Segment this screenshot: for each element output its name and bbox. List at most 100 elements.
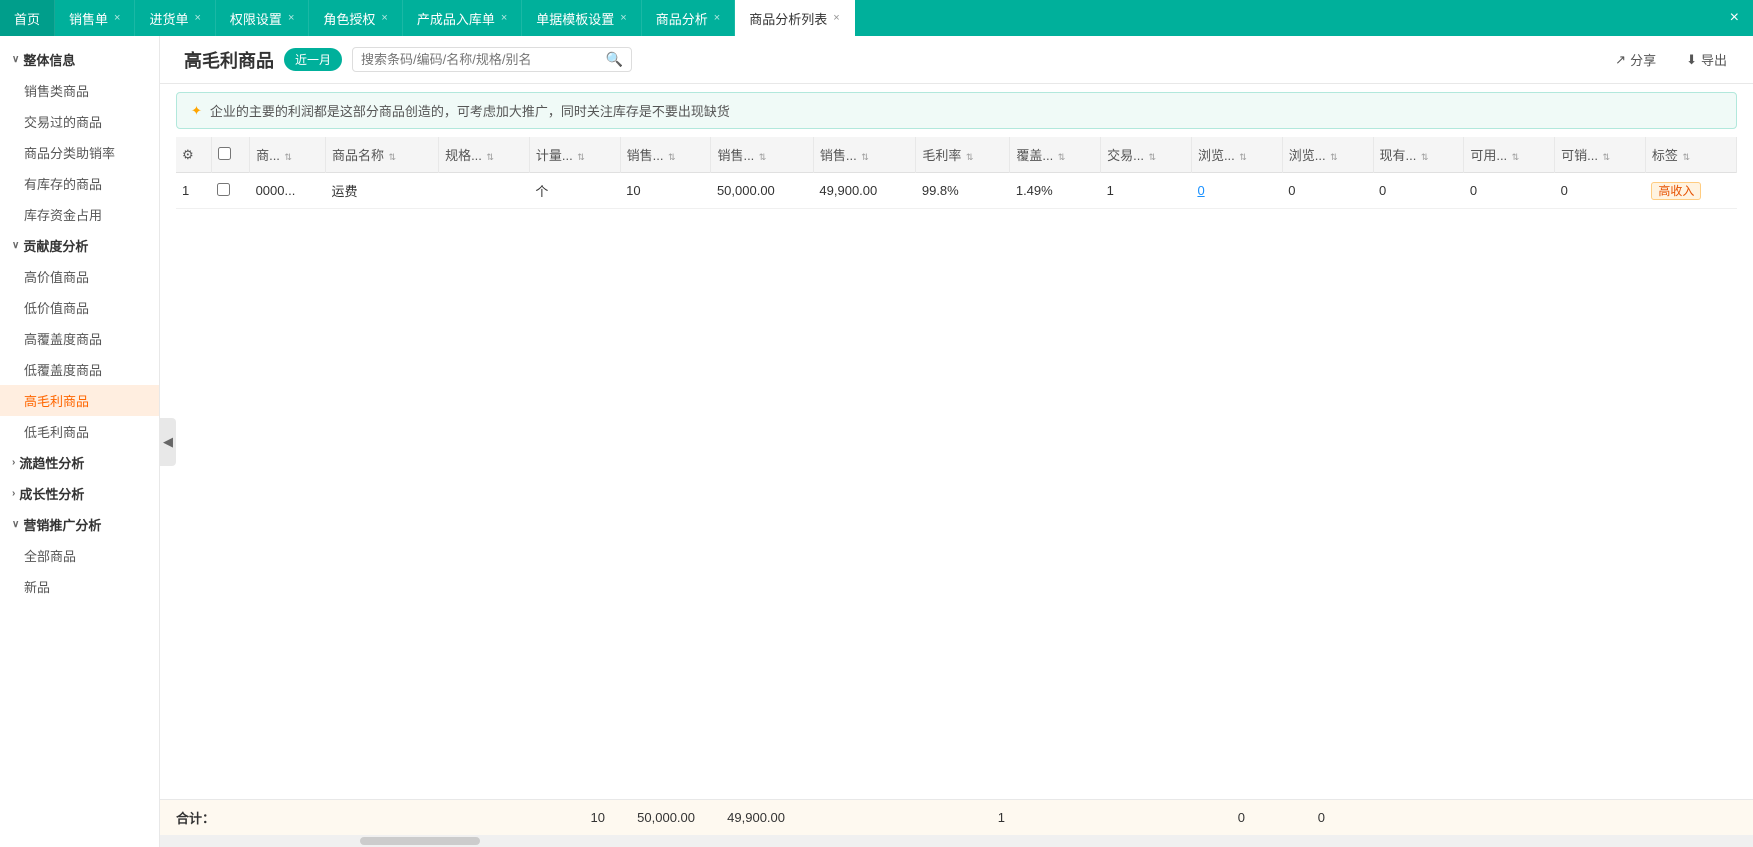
sale-qty: 10 [620, 173, 711, 209]
sort-icon: ⇅ [1146, 152, 1156, 162]
share-button[interactable]: ↗ 分享 [1605, 46, 1666, 73]
sort-icon: ⇅ [484, 152, 494, 162]
nav-close-icon[interactable]: × [501, 12, 507, 24]
sidebar-group-成长性分析[interactable]: ›成长性分析 [0, 478, 159, 509]
th-sellable[interactable]: 可销... ⇅ [1555, 137, 1646, 173]
data-table: ⚙商... ⇅商品名称 ⇅规格... ⇅计量... ⇅销售... ⇅销售... … [176, 137, 1737, 209]
th-saleQty[interactable]: 销售... ⇅ [620, 137, 711, 173]
product-code: 0000... [250, 173, 326, 209]
th-spec[interactable]: 规格... ⇅ [439, 137, 530, 173]
sidebar-item-低覆盖度商品[interactable]: 低覆盖度商品 [0, 354, 159, 385]
sidebar-group-arrow: ∨ [12, 54, 19, 65]
th-coverage[interactable]: 覆盖... ⇅ [1010, 137, 1101, 173]
nav-close-icon[interactable]: × [381, 12, 387, 24]
nav-item-首页[interactable]: 首页 [0, 0, 55, 36]
search-icon[interactable]: 🔍 [606, 51, 623, 68]
select-all-checkbox[interactable] [218, 147, 231, 160]
sort-icon: ⇅ [1237, 152, 1247, 162]
footer-cell: 0 [1251, 810, 1331, 825]
nav-close-icon[interactable]: × [114, 12, 120, 24]
info-banner: ✦ 企业的主要的利润都是这部分商品创造的，可考虑加大推广，同时关注库存是不要出现… [176, 92, 1737, 129]
footer-cell: 49,900.00 [701, 810, 791, 825]
footer-total-bar: 合计： 1050,000.0049,900.00100 [160, 799, 1753, 835]
views1-link[interactable]: 0 [1197, 183, 1204, 198]
sidebar-item-有库存的商品[interactable]: 有库存的商品 [0, 168, 159, 199]
nav-item-权限设置[interactable]: 权限设置× [216, 0, 309, 36]
sidebar-item-新品[interactable]: 新品 [0, 571, 159, 602]
nav-close-icon[interactable]: × [194, 12, 200, 24]
sidebar-item-全部商品[interactable]: 全部商品 [0, 540, 159, 571]
sidebar-item-库存资金占用[interactable]: 库存资金占用 [0, 199, 159, 230]
nav-item-角色授权[interactable]: 角色授权× [309, 0, 402, 36]
th-name[interactable]: 商品名称 ⇅ [326, 137, 439, 173]
row-select-checkbox[interactable] [217, 183, 230, 196]
th-code[interactable]: 商... ⇅ [250, 137, 326, 173]
sidebar-group-流趋性分析[interactable]: › 流趋性分析 [0, 447, 159, 478]
footer-cell [1411, 810, 1491, 825]
window-close-button[interactable]: × [1716, 0, 1753, 36]
search-input[interactable] [361, 52, 606, 67]
th-unit[interactable]: 计量... ⇅ [529, 137, 620, 173]
sidebar-group-arrow: › [12, 457, 15, 468]
th-views1[interactable]: 浏览... ⇅ [1191, 137, 1282, 173]
filter-recent-month-button[interactable]: 近一月 [284, 48, 342, 71]
content-header: 高毛利商品 近一月 🔍 ↗ 分享 ⬇ 导出 [160, 36, 1753, 84]
nav-close-icon[interactable]: × [714, 12, 720, 24]
sort-icon: ⇅ [1600, 152, 1610, 162]
nav-item-商品分析[interactable]: 商品分析× [642, 0, 735, 36]
sort-icon: ⇅ [1328, 152, 1338, 162]
sidebar-item-低价值商品[interactable]: 低价值商品 [0, 292, 159, 323]
th-grossMargin[interactable]: 毛利率 ⇅ [916, 137, 1010, 173]
sort-icon: ⇅ [1418, 152, 1428, 162]
nav-item-销售单[interactable]: 销售单× [55, 0, 135, 36]
sort-icon: ⇅ [386, 152, 396, 162]
sort-icon: ⇅ [756, 152, 766, 162]
page-title: 高毛利商品 [184, 47, 274, 73]
th-checkbox [211, 137, 249, 173]
views1: 0 [1191, 173, 1282, 209]
sort-icon: ⇅ [1680, 152, 1690, 162]
th-tag[interactable]: 标签 ⇅ [1645, 137, 1736, 173]
sort-icon: ⇅ [963, 152, 973, 162]
th-tradeCount[interactable]: 交易... ⇅ [1101, 137, 1192, 173]
table-row: 10000...运费个1050,000.0049,900.0099.8%1.49… [176, 173, 1737, 209]
th-saleAmt[interactable]: 销售... ⇅ [711, 137, 813, 173]
top-navigation: 首页销售单×进货单×权限设置×角色授权×产成品入库单×单据模板设置×商品分析×商… [0, 0, 1753, 36]
product-spec [439, 173, 530, 209]
sidebar-item-高毛利商品[interactable]: 高毛利商品 [0, 385, 159, 416]
sidebar-group-营销推广分析[interactable]: ∨营销推广分析 [0, 509, 159, 540]
footer-cell [871, 810, 951, 825]
footer-cell [791, 810, 871, 825]
nav-item-单据模板设置[interactable]: 单据模板设置× [522, 0, 641, 36]
nav-close-icon[interactable]: × [833, 12, 839, 24]
sidebar-group-label: 整体信息 [23, 50, 75, 69]
export-button[interactable]: ⬇ 导出 [1676, 46, 1737, 73]
sidebar-item-销售类商品[interactable]: 销售类商品 [0, 75, 159, 106]
th-available[interactable]: 可用... ⇅ [1464, 137, 1555, 173]
sidebar-group-整体信息[interactable]: ∨ 整体信息 [0, 44, 159, 75]
th-saleProfit[interactable]: 销售... ⇅ [813, 137, 915, 173]
nav-item-商品分析列表[interactable]: 商品分析列表× [735, 0, 854, 36]
th-current[interactable]: 现有... ⇅ [1373, 137, 1464, 173]
bottom-scrollbar[interactable] [160, 835, 1753, 847]
sidebar-item-高覆盖度商品[interactable]: 高覆盖度商品 [0, 323, 159, 354]
nav-close-icon[interactable]: × [288, 12, 294, 24]
gross-margin: 99.8% [916, 173, 1010, 209]
row-number: 1 [176, 173, 211, 209]
table-container: ⚙商... ⇅商品名称 ⇅规格... ⇅计量... ⇅销售... ⇅销售... … [160, 137, 1753, 799]
sidebar-item-低毛利商品[interactable]: 低毛利商品 [0, 416, 159, 447]
sidebar-item-交易过的商品[interactable]: 交易过的商品 [0, 106, 159, 137]
sort-icon: ⇅ [1055, 152, 1065, 162]
th-views2[interactable]: 浏览... ⇅ [1282, 137, 1373, 173]
sidebar-group-label: 流趋性分析 [19, 453, 84, 472]
sidebar-collapse-button[interactable]: ◀ [160, 418, 176, 466]
nav-item-进货单[interactable]: 进货单× [135, 0, 215, 36]
nav-close-icon[interactable]: × [620, 12, 626, 24]
sort-icon: ⇅ [666, 152, 676, 162]
sidebar-group-贡献度分析[interactable]: ∨贡献度分析 [0, 230, 159, 261]
nav-item-产成品入库单[interactable]: 产成品入库单× [403, 0, 522, 36]
sidebar-item-商品分类助销率[interactable]: 商品分类助销率 [0, 137, 159, 168]
sidebar-item-高价值商品[interactable]: 高价值商品 [0, 261, 159, 292]
footer-cell [1331, 810, 1411, 825]
sellable-stock: 0 [1555, 173, 1646, 209]
